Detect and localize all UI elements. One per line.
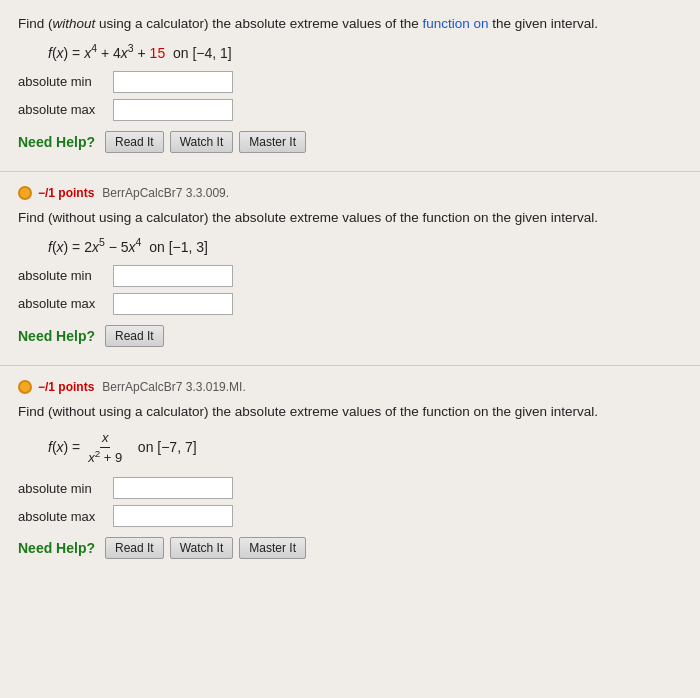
problem-text-3: Find (without using a calculator) the ab… bbox=[18, 402, 682, 422]
read-it-button-1[interactable]: Read It bbox=[105, 131, 164, 153]
read-it-button-3[interactable]: Read It bbox=[105, 537, 164, 559]
absolute-max-input-1[interactable] bbox=[113, 99, 233, 121]
master-it-button-3[interactable]: Master It bbox=[239, 537, 306, 559]
problem-header-3: −/1 points BerrApCalcBr7 3.3.019.MI. bbox=[18, 380, 682, 394]
absolute-max-input-2[interactable] bbox=[113, 293, 233, 315]
read-it-button-2[interactable]: Read It bbox=[105, 325, 164, 347]
absolute-max-input-3[interactable] bbox=[113, 505, 233, 527]
absolute-min-label-2: absolute min bbox=[18, 268, 113, 283]
problem-text-2: Find (without using a calculator) the ab… bbox=[18, 208, 682, 228]
status-icon-2 bbox=[18, 186, 32, 200]
absolute-min-label-1: absolute min bbox=[18, 74, 113, 89]
absolute-max-row-1: absolute max bbox=[18, 99, 682, 121]
problem-section-3: −/1 points BerrApCalcBr7 3.3.019.MI. Fin… bbox=[0, 366, 700, 577]
need-help-row-2: Need Help? Read It bbox=[18, 325, 682, 347]
absolute-min-row-2: absolute min bbox=[18, 265, 682, 287]
need-help-row-1: Need Help? Read It Watch It Master It bbox=[18, 131, 682, 153]
problem-id-3: BerrApCalcBr7 3.3.019.MI. bbox=[102, 380, 245, 394]
function-display-1: f(x) = x4 + 4x3 + 15 on [−4, 1] bbox=[48, 42, 682, 61]
absolute-min-label-3: absolute min bbox=[18, 481, 113, 496]
fraction-display: x x2 + 9 bbox=[86, 430, 124, 467]
function-display-3: f(x) = x x2 + 9 on [−7, 7] bbox=[48, 430, 682, 467]
problem-id-2: BerrApCalcBr7 3.3.009. bbox=[102, 186, 229, 200]
need-help-row-3: Need Help? Read It Watch It Master It bbox=[18, 537, 682, 559]
need-help-label-2: Need Help? bbox=[18, 328, 95, 344]
absolute-min-input-2[interactable] bbox=[113, 265, 233, 287]
absolute-max-row-3: absolute max bbox=[18, 505, 682, 527]
points-label-2: −/1 points bbox=[38, 186, 94, 200]
absolute-min-input-1[interactable] bbox=[113, 71, 233, 93]
fraction-denominator: x2 + 9 bbox=[86, 448, 124, 467]
problem-text-1: Find (without using a calculator) the ab… bbox=[18, 14, 682, 34]
fraction-numerator: x bbox=[100, 430, 111, 448]
absolute-max-label-3: absolute max bbox=[18, 509, 113, 524]
absolute-min-row-3: absolute min bbox=[18, 477, 682, 499]
problem-section-2: −/1 points BerrApCalcBr7 3.3.009. Find (… bbox=[0, 172, 700, 366]
absolute-max-label-1: absolute max bbox=[18, 102, 113, 117]
need-help-label-1: Need Help? bbox=[18, 134, 95, 150]
function-display-2: f(x) = 2x5 − 5x4 on [−1, 3] bbox=[48, 236, 682, 255]
need-help-label-3: Need Help? bbox=[18, 540, 95, 556]
absolute-min-input-3[interactable] bbox=[113, 477, 233, 499]
absolute-min-row-1: absolute min bbox=[18, 71, 682, 93]
points-label-3: −/1 points bbox=[38, 380, 94, 394]
absolute-max-label-2: absolute max bbox=[18, 296, 113, 311]
problem-header-2: −/1 points BerrApCalcBr7 3.3.009. bbox=[18, 186, 682, 200]
watch-it-button-3[interactable]: Watch It bbox=[170, 537, 234, 559]
watch-it-button-1[interactable]: Watch It bbox=[170, 131, 234, 153]
status-icon-3 bbox=[18, 380, 32, 394]
master-it-button-1[interactable]: Master It bbox=[239, 131, 306, 153]
problem-section-1: Find (without using a calculator) the ab… bbox=[0, 0, 700, 172]
absolute-max-row-2: absolute max bbox=[18, 293, 682, 315]
